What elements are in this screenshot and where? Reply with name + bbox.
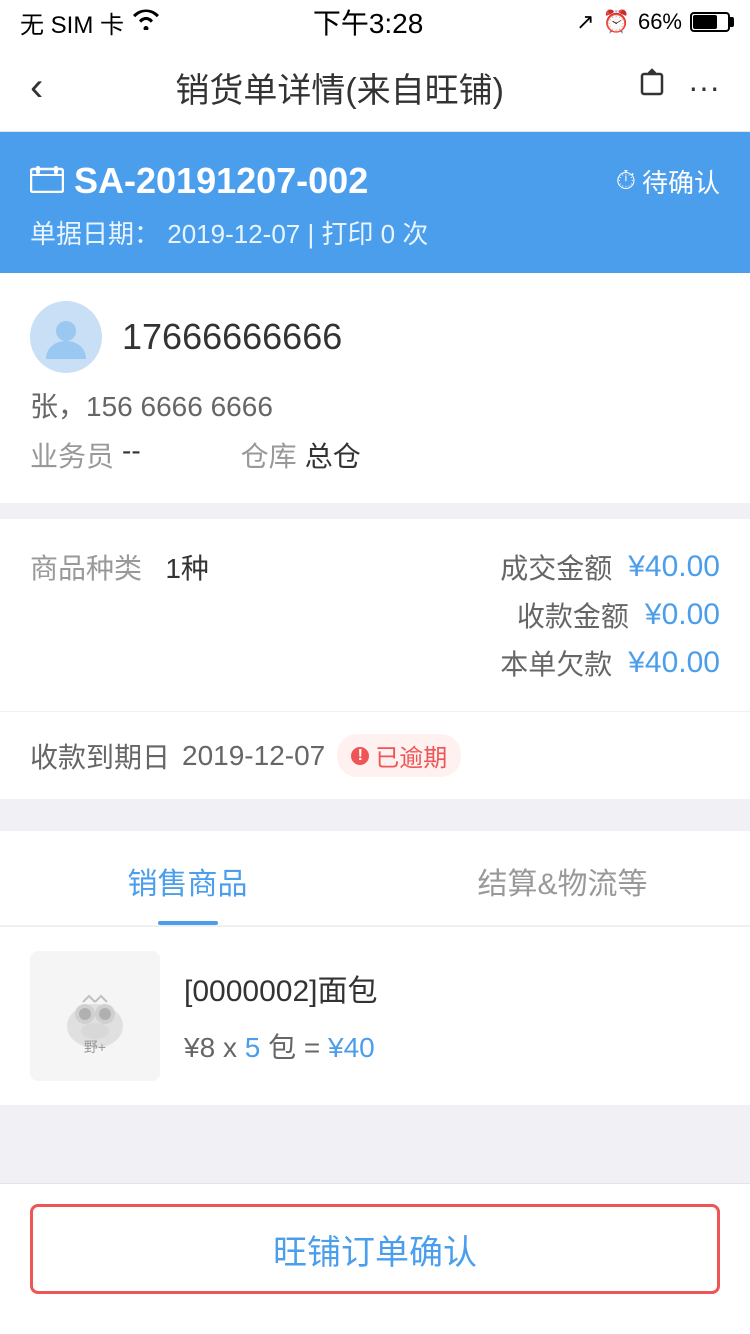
product-qty: 5: [245, 1032, 261, 1063]
overdue-icon: !: [351, 747, 369, 765]
divider-1: [0, 503, 750, 519]
owed-label: 本单欠款: [500, 643, 612, 683]
due-date-value: 2019-12-07: [182, 740, 325, 772]
product-type-value: 1种: [165, 553, 209, 584]
back-button[interactable]: ‹: [30, 65, 43, 110]
battery-icon: [690, 12, 730, 32]
nav-bar: ‹ 销货单详情(来自旺铺) ···: [0, 44, 750, 132]
overdue-text: 已逾期: [375, 738, 447, 773]
wifi-icon: [132, 8, 160, 37]
product-info: [0000002]面包 ¥8 x 5 包 = ¥40: [184, 966, 720, 1066]
status-right: ↗ ⏰ 66%: [576, 9, 730, 35]
due-date-label: 收款到期日: [30, 736, 170, 776]
confirm-order-button[interactable]: 旺铺订单确认: [30, 1204, 720, 1294]
status-left: 无 SIM 卡: [20, 5, 160, 40]
received-amount-value: ¥0.00: [645, 598, 720, 632]
tabs-bar: 销售商品 结算&物流等: [0, 831, 750, 927]
received-label: 收款金额: [517, 595, 629, 635]
customer-section: 17666666666 张，156 6666 6666 业务员 -- 仓库 总仓: [0, 273, 750, 503]
bottom-button-wrap: 旺铺订单确认: [0, 1183, 750, 1334]
sales-value: --: [122, 435, 141, 475]
owed-amount-value: ¥40.00: [628, 646, 720, 680]
product-section: 野+ [0000002]面包 ¥8 x 5 包 = ¥40: [0, 927, 750, 1105]
product-type-label: 商品种类: [30, 553, 142, 584]
divider-2: [0, 799, 750, 815]
due-section: 收款到期日 2019-12-07 ! 已逾期: [0, 711, 750, 799]
svg-text:野+: 野+: [84, 1039, 106, 1055]
customer-name: 17666666666: [122, 316, 342, 358]
order-header-card: SA-20191207-002 ⏱ 待确认 单据日期： 2019-12-07 |…: [0, 132, 750, 273]
deal-amount-value: ¥40.00: [628, 550, 720, 584]
product-thumbnail: 野+: [30, 951, 160, 1081]
avatar: [30, 301, 102, 373]
order-status: ⏱ 待确认: [616, 163, 720, 200]
carrier-text: 无 SIM 卡: [20, 5, 124, 40]
status-time: 下午3:28: [313, 2, 424, 42]
warehouse-value: 总仓: [305, 435, 361, 475]
order-date: 单据日期： 2019-12-07 | 打印 0 次: [30, 214, 720, 251]
product-name: [0000002]面包: [184, 966, 720, 1010]
summary-section: 商品种类 1种 成交金额 ¥40.00 收款金额 ¥0.00 本单欠款 ¥40.…: [0, 519, 750, 711]
tab-sales-products[interactable]: 销售商品: [0, 831, 375, 925]
more-button[interactable]: ···: [688, 69, 720, 106]
customer-alt-info: 张，156 6666 6666: [30, 385, 720, 425]
order-icon: [30, 160, 64, 202]
deal-amount-label: 成交金额: [500, 547, 612, 587]
page-title: 销货单详情(来自旺铺): [175, 63, 504, 112]
alarm-icon: ⏰: [603, 9, 630, 35]
status-bar: 无 SIM 卡 下午3:28 ↗ ⏰ 66%: [0, 0, 750, 44]
tab-settlement[interactable]: 结算&物流等: [375, 831, 750, 925]
product-price: ¥8 x 5 包 = ¥40: [184, 1026, 720, 1066]
customer-meta: 业务员 -- 仓库 总仓: [30, 435, 720, 475]
product-item: 野+ [0000002]面包 ¥8 x 5 包 = ¥40: [30, 951, 720, 1081]
share-button[interactable]: [636, 68, 668, 108]
battery-percent: 66%: [638, 9, 682, 35]
overdue-badge: ! 已逾期: [337, 734, 461, 777]
warehouse-label: 仓库: [241, 435, 297, 475]
product-total: ¥40: [328, 1032, 375, 1063]
order-id: SA-20191207-002: [30, 160, 368, 202]
location-icon: ↗: [576, 9, 594, 35]
nav-actions: ···: [636, 68, 720, 108]
sales-label: 业务员: [30, 435, 114, 475]
clock-icon: ⏱: [616, 165, 636, 197]
